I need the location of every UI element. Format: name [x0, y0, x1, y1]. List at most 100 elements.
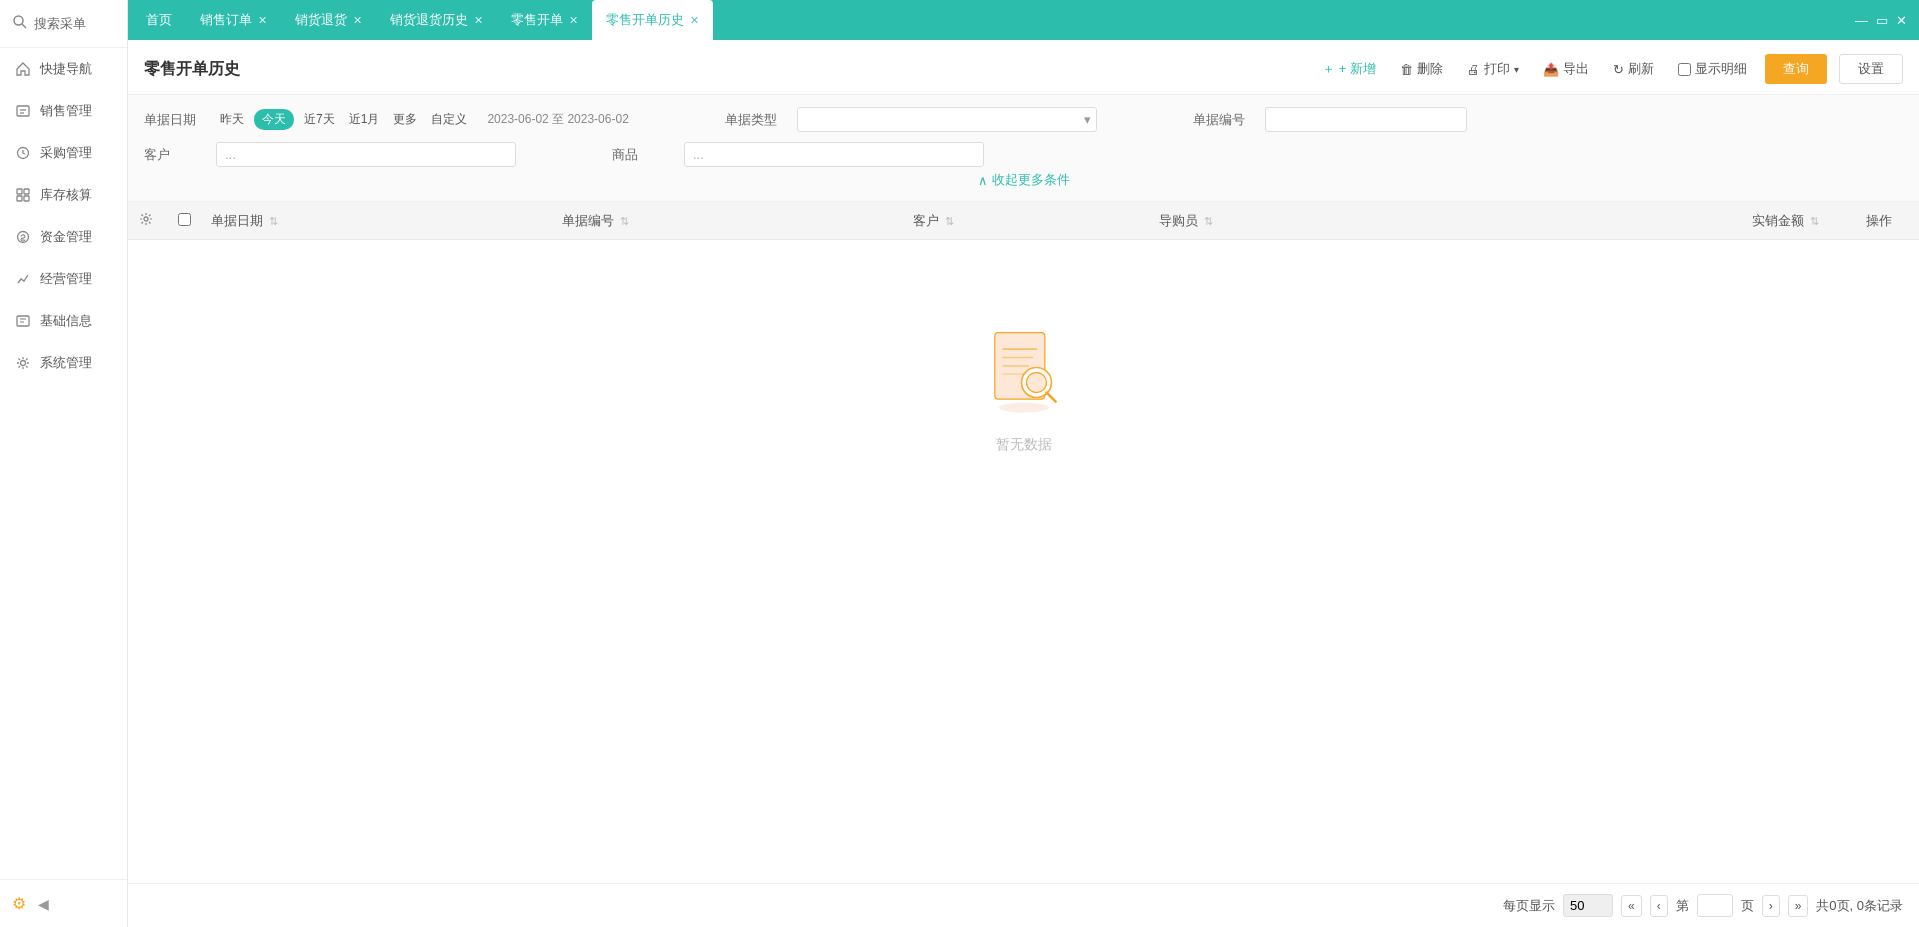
date-opt-1month[interactable]: 近1月	[345, 109, 384, 130]
content-area: 零售开单历史 ＋ + 新增 🗑 删除 🖨 打印 ▾ 📤 导出	[128, 40, 1919, 927]
tab-retail-open-label: 零售开单	[511, 11, 563, 29]
doc-type-label: 单据类型	[725, 111, 781, 129]
collapse-up-icon: ∧	[978, 173, 988, 188]
inventory-icon	[14, 186, 32, 204]
delete-button[interactable]: 🗑 删除	[1394, 56, 1449, 82]
empty-state: 暂无数据	[128, 240, 1919, 534]
date-sort-icon[interactable]: ⇅	[269, 215, 278, 227]
date-opt-7days[interactable]: 近7天	[300, 109, 339, 130]
doc-number-label: 单据编号	[1193, 111, 1249, 129]
svg-rect-9	[24, 196, 29, 201]
search-icon	[12, 14, 28, 33]
salesperson-sort-icon[interactable]: ⇅	[1204, 215, 1213, 227]
next-page-button[interactable]: ›	[1762, 895, 1780, 917]
column-settings[interactable]	[128, 202, 168, 240]
tab-sales-return-history-label: 销货退货历史	[390, 11, 468, 29]
sidebar-item-purchase-label: 采购管理	[40, 144, 92, 162]
tab-sales-order[interactable]: 销售订单 ✕	[186, 0, 281, 40]
filter-row-2: 客户 ... 商品 ...	[144, 142, 1903, 167]
svg-point-15	[144, 217, 148, 221]
column-actions-label: 操作	[1866, 213, 1892, 228]
tab-retail-open-history[interactable]: 零售开单历史 ✕	[592, 0, 713, 40]
date-opt-custom[interactable]: 自定义	[427, 109, 471, 130]
sidebar-item-inventory-label: 库存核算	[40, 186, 92, 204]
customer-filter-label: 客户	[144, 146, 200, 164]
sidebar-item-sales-mgmt[interactable]: 销售管理	[0, 90, 127, 132]
date-opt-more[interactable]: 更多	[389, 109, 421, 130]
sidebar-item-purchase-mgmt[interactable]: 采购管理	[0, 132, 127, 174]
sidebar-bottom: ⚙ ◀	[0, 879, 127, 927]
sidebar-item-operations[interactable]: 经营管理	[0, 258, 127, 300]
tab-retail-open-close[interactable]: ✕	[569, 14, 578, 27]
sidebar-search[interactable]: 搜索采单	[0, 0, 127, 48]
tab-retail-open-history-close[interactable]: ✕	[690, 14, 699, 27]
page-size-select[interactable]: 50 10 20 100	[1563, 894, 1613, 917]
tab-home-label: 首页	[146, 11, 172, 29]
delete-icon: 🗑	[1400, 62, 1413, 77]
select-all-checkbox[interactable]	[178, 213, 191, 226]
first-page-button[interactable]: «	[1621, 895, 1642, 917]
sidebar-item-inventory[interactable]: 库存核算	[0, 174, 127, 216]
sidebar-item-quick-nav[interactable]: 快捷导航	[0, 48, 127, 90]
sidebar-item-system[interactable]: 系统管理	[0, 342, 127, 384]
tab-sales-return-close[interactable]: ✕	[353, 14, 362, 27]
prev-page-button[interactable]: ‹	[1650, 895, 1668, 917]
tab-home[interactable]: 首页	[132, 0, 186, 40]
column-amount-label: 实销金额	[1752, 213, 1804, 228]
date-opt-yesterday[interactable]: 昨天	[216, 109, 248, 130]
customer-sort-icon[interactable]: ⇅	[945, 215, 954, 227]
tab-sales-return-history[interactable]: 销货退货历史 ✕	[376, 0, 497, 40]
column-customer-label: 客户	[913, 213, 939, 228]
column-salesperson: 导购员 ⇅	[1149, 202, 1447, 240]
add-label: + 新增	[1339, 60, 1376, 78]
doc-number-input[interactable]	[1265, 107, 1467, 132]
customer-placeholder: ...	[225, 147, 236, 162]
window-close-icon[interactable]: ✕	[1896, 13, 1907, 28]
sidebar-item-finance[interactable]: 资金管理	[0, 216, 127, 258]
svg-point-16	[999, 403, 1049, 413]
column-amount: 实销金额 ⇅	[1447, 202, 1839, 240]
column-checkbox[interactable]	[168, 202, 201, 240]
tab-sales-return-history-close[interactable]: ✕	[474, 14, 483, 27]
tab-retail-open[interactable]: 零售开单 ✕	[497, 0, 592, 40]
settings-button[interactable]: 设置	[1839, 54, 1903, 84]
doc-type-select[interactable]	[797, 107, 1097, 132]
sales-icon	[14, 102, 32, 120]
query-button[interactable]: 查询	[1765, 54, 1827, 84]
collapse-filter-button[interactable]: ∧ 收起更多条件	[144, 171, 1903, 189]
tab-sales-return[interactable]: 销货退货 ✕	[281, 0, 376, 40]
display-detail-button[interactable]: 显示明细	[1672, 56, 1753, 82]
finance-icon	[14, 228, 32, 246]
export-button[interactable]: 📤 导出	[1537, 56, 1595, 82]
display-detail-checkbox[interactable]	[1678, 63, 1691, 76]
refresh-icon: ↻	[1613, 62, 1624, 77]
refresh-button[interactable]: ↻ 刷新	[1607, 56, 1660, 82]
tab-sales-return-label: 销货退货	[295, 11, 347, 29]
svg-rect-8	[17, 196, 22, 201]
add-icon: ＋	[1322, 60, 1335, 78]
tab-retail-open-history-label: 零售开单历史	[606, 11, 684, 29]
page-number-input[interactable]: 1	[1697, 894, 1733, 917]
settings-gear-icon[interactable]: ⚙	[12, 894, 26, 913]
collapse-sidebar-icon[interactable]: ◀	[38, 896, 49, 912]
print-button[interactable]: 🖨 打印 ▾	[1461, 56, 1525, 82]
date-opt-today[interactable]: 今天	[254, 109, 294, 130]
amount-sort-icon[interactable]: ⇅	[1810, 215, 1819, 227]
pagination-bar: 每页显示 50 10 20 100 « ‹ 第 1 页 › » 共0页, 0条记…	[128, 883, 1919, 927]
page-size-wrapper: 50 10 20 100	[1563, 894, 1613, 917]
add-button[interactable]: ＋ + 新增	[1316, 56, 1382, 82]
product-input-wrapper[interactable]: ...	[684, 142, 984, 167]
svg-rect-6	[17, 189, 22, 194]
tab-sales-order-close[interactable]: ✕	[258, 14, 267, 27]
total-info: 共0页, 0条记录	[1816, 897, 1903, 915]
window-minimize-icon[interactable]: —	[1855, 13, 1868, 28]
customer-input-wrapper[interactable]: ...	[216, 142, 516, 167]
sidebar-item-basic-label: 基础信息	[40, 312, 92, 330]
date-options: 昨天 今天 近7天 近1月 更多 自定义	[216, 109, 471, 130]
table-header: 单据日期 ⇅ 单据编号 ⇅ 客户 ⇅ 导购员 ⇅	[128, 202, 1919, 240]
tab-sales-order-label: 销售订单	[200, 11, 252, 29]
sidebar-item-basic-info[interactable]: 基础信息	[0, 300, 127, 342]
window-restore-icon[interactable]: ▭	[1876, 13, 1888, 28]
last-page-button[interactable]: »	[1788, 895, 1809, 917]
number-sort-icon[interactable]: ⇅	[620, 215, 629, 227]
